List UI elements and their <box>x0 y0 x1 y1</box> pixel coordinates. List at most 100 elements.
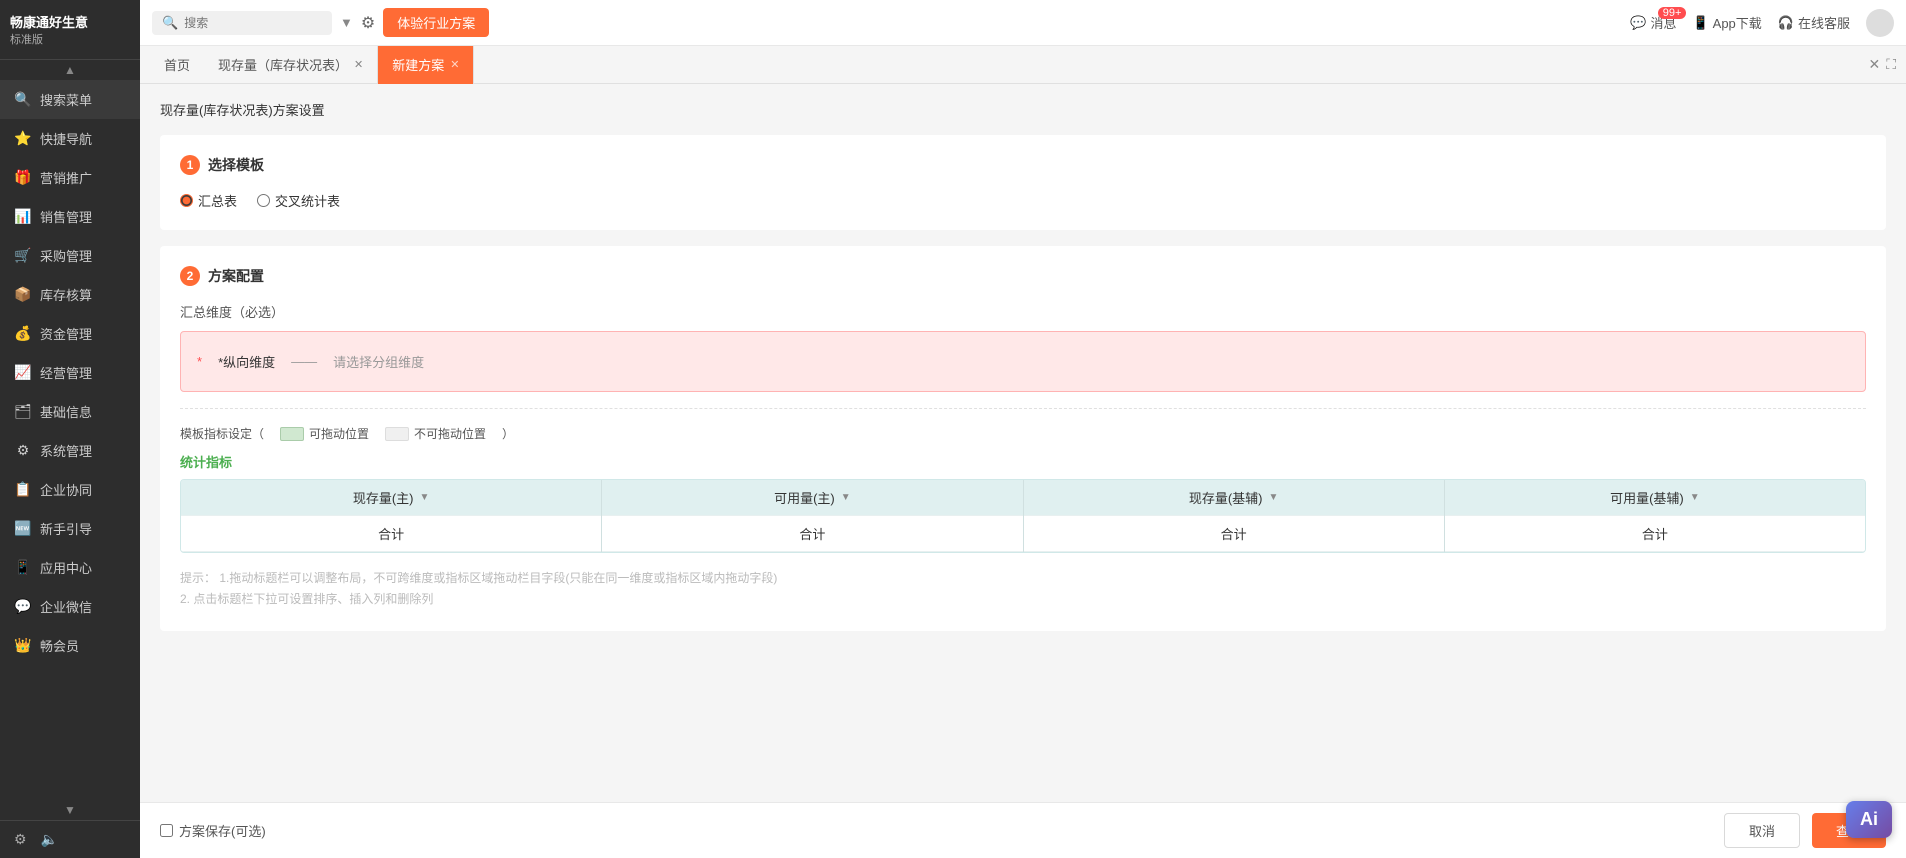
sidebar-scroll-down[interactable]: ▼ <box>0 800 140 820</box>
marketing-icon: 🎁 <box>14 169 32 187</box>
tab-inventory-close-icon[interactable]: ✕ <box>354 58 363 71</box>
search-input[interactable] <box>184 16 304 30</box>
topbar: 🔍 ▼ ⚙ 体验行业方案 💬 消息 99+ 📱 App下载 🎧 在线客服 <box>140 0 1906 46</box>
dimension-row: * *纵向维度 —— 请选择分组维度 <box>197 352 1849 371</box>
avatar[interactable] <box>1866 9 1894 37</box>
sidebar-item-search[interactable]: 🔍 搜索菜单 <box>0 80 140 119</box>
sidebar-item-sales[interactable]: 📊 销售管理 <box>0 197 140 236</box>
stats-col-4: 可用量(基辅) ▼ <box>1445 480 1865 516</box>
inventory-icon: 📦 <box>14 286 32 304</box>
sidebar-item-system[interactable]: ⚙ 系统管理 <box>0 431 140 470</box>
sidebar-item-guide[interactable]: 🆕 新手引导 <box>0 509 140 548</box>
tab-new-plan-label: 新建方案 <box>392 55 444 74</box>
draggable-box <box>280 427 304 441</box>
save-checkbox[interactable] <box>160 824 173 837</box>
sidebar-marketing-label: 营销推广 <box>40 168 92 187</box>
sidebar-item-inventory[interactable]: 📦 库存核算 <box>0 275 140 314</box>
sidebar: 畅康通好生意 标准版 ▲ 🔍 搜索菜单 ⭐ 快捷导航 🎁 营销推广 📊 销售管理… <box>0 0 140 858</box>
message-badge: 99+ <box>1658 7 1687 19</box>
headset-icon: 🎧 <box>1778 15 1794 31</box>
hint-1: 提示： 1.拖动标题栏可以调整布局，不可跨维度或指标区域拖动栏目字段(只能在同一… <box>180 569 1866 586</box>
stats-header-4-chevron: ▼ <box>1690 492 1700 503</box>
sidebar-member-label: 畅会员 <box>40 636 79 655</box>
page-title: 现存量(库存状况表)方案设置 <box>160 100 1886 119</box>
sidebar-footer: ⚙ 🔈 <box>0 820 140 858</box>
stats-header-3[interactable]: 现存量(基辅) ▼ <box>1024 480 1444 516</box>
stats-header-1-label: 现存量(主) <box>353 488 414 507</box>
dimension-section-title: 汇总维度（必选） <box>180 302 1866 321</box>
sidebar-item-quicknav[interactable]: ⭐ 快捷导航 <box>0 119 140 158</box>
tab-close-button[interactable]: ✕ <box>1868 56 1880 73</box>
app-version: 标准版 <box>10 31 130 47</box>
footer-sound-icon[interactable]: 🔈 <box>41 831 58 848</box>
tab-home-label: 首页 <box>164 55 190 74</box>
gear-button[interactable]: ⚙ <box>361 13 375 33</box>
save-option: 方案保存(可选) <box>160 821 266 840</box>
sidebar-finance-label: 资金管理 <box>40 324 92 343</box>
indicator-legend-prefix: 模板指标设定（ <box>180 425 264 442</box>
ai-fab-button[interactable]: Ai <box>1846 801 1892 838</box>
tab-new-plan-close-icon[interactable]: ✕ <box>450 58 459 71</box>
non-draggable-box <box>385 427 409 441</box>
app-name: 畅康通好生意 <box>10 12 130 31</box>
message-button[interactable]: 💬 消息 99+ <box>1630 13 1676 32</box>
app-download-button[interactable]: 📱 App下载 <box>1692 13 1761 32</box>
sidebar-item-marketing[interactable]: 🎁 营销推广 <box>0 158 140 197</box>
sidebar-item-member[interactable]: 👑 畅会员 <box>0 626 140 665</box>
stats-header-2[interactable]: 可用量(主) ▼ <box>602 480 1022 516</box>
legend-non-draggable: 不可拖动位置 <box>385 425 486 442</box>
stats-header-4-label: 可用量(基辅) <box>1610 488 1684 507</box>
tab-expand-button[interactable]: ⛶ <box>1886 56 1896 73</box>
stats-body-col-2: 合计 <box>602 516 1023 552</box>
stats-header-2-chevron: ▼ <box>841 492 851 503</box>
step1-num: 1 <box>180 155 200 175</box>
sidebar-apps-label: 应用中心 <box>40 558 92 577</box>
stats-header-3-chevron: ▼ <box>1269 492 1279 503</box>
radio-cross[interactable]: 交叉统计表 <box>257 191 340 210</box>
sidebar-item-finance[interactable]: 💰 资金管理 <box>0 314 140 353</box>
stats-header-4[interactable]: 可用量(基辅) ▼ <box>1445 480 1865 516</box>
tab-inventory[interactable]: 现存量（库存状况表） ✕ <box>204 46 378 84</box>
sidebar-item-apps[interactable]: 📱 应用中心 <box>0 548 140 587</box>
radio-summary-input[interactable] <box>180 194 193 207</box>
sidebar-item-wechat[interactable]: 💬 企业微信 <box>0 587 140 626</box>
guide-icon: 🆕 <box>14 520 32 538</box>
sidebar-search-label: 搜索菜单 <box>40 90 92 109</box>
sidebar-scroll-up[interactable]: ▲ <box>0 60 140 80</box>
purchase-icon: 🛒 <box>14 247 32 265</box>
sidebar-wechat-label: 企业微信 <box>40 597 92 616</box>
stats-cell-2: 合计 <box>602 516 1022 552</box>
app-download-label: App下载 <box>1713 13 1762 32</box>
sidebar-item-operations[interactable]: 📈 经营管理 <box>0 353 140 392</box>
step1-card: 1 选择模板 汇总表 交叉统计表 <box>160 135 1886 230</box>
stats-header-1[interactable]: 现存量(主) ▼ <box>181 480 601 516</box>
dropdown-chevron-icon[interactable]: ▼ <box>340 15 353 30</box>
sidebar-item-enterprise[interactable]: 📋 企业协同 <box>0 470 140 509</box>
cancel-button[interactable]: 取消 <box>1724 813 1800 848</box>
radio-cross-input[interactable] <box>257 194 270 207</box>
tab-home[interactable]: 首页 <box>150 46 204 84</box>
sidebar-operations-label: 经营管理 <box>40 363 92 382</box>
online-service-button[interactable]: 🎧 在线客服 <box>1778 13 1850 32</box>
topbar-search-box[interactable]: 🔍 <box>152 11 332 35</box>
stats-header-2-label: 可用量(主) <box>774 488 835 507</box>
sidebar-guide-label: 新手引导 <box>40 519 92 538</box>
topbar-left: 🔍 ▼ ⚙ 体验行业方案 <box>152 8 1620 37</box>
stats-table-body: 合计 合计 合计 合计 <box>181 516 1865 552</box>
topbar-right: 💬 消息 99+ 📱 App下载 🎧 在线客服 <box>1630 9 1894 37</box>
sidebar-item-basic[interactable]: 🗂 基础信息 <box>0 392 140 431</box>
online-service-label: 在线客服 <box>1798 13 1850 32</box>
sidebar-item-purchase[interactable]: 🛒 采购管理 <box>0 236 140 275</box>
tab-new-plan[interactable]: 新建方案 ✕ <box>378 46 474 84</box>
dim-placeholder-text[interactable]: 请选择分组维度 <box>333 352 424 371</box>
operations-icon: 📈 <box>14 364 32 382</box>
trial-button[interactable]: 体验行业方案 <box>383 8 489 37</box>
radio-summary[interactable]: 汇总表 <box>180 191 237 210</box>
non-draggable-label: 不可拖动位置 <box>414 425 486 442</box>
system-icon: ⚙ <box>14 442 32 460</box>
footer-settings-icon[interactable]: ⚙ <box>14 831 27 848</box>
basic-icon: 🗂 <box>14 403 32 421</box>
radio-summary-label: 汇总表 <box>198 191 237 210</box>
tabbar: 首页 现存量（库存状况表） ✕ 新建方案 ✕ ✕ ⛶ <box>140 46 1906 84</box>
stats-cell-3: 合计 <box>1024 516 1444 552</box>
